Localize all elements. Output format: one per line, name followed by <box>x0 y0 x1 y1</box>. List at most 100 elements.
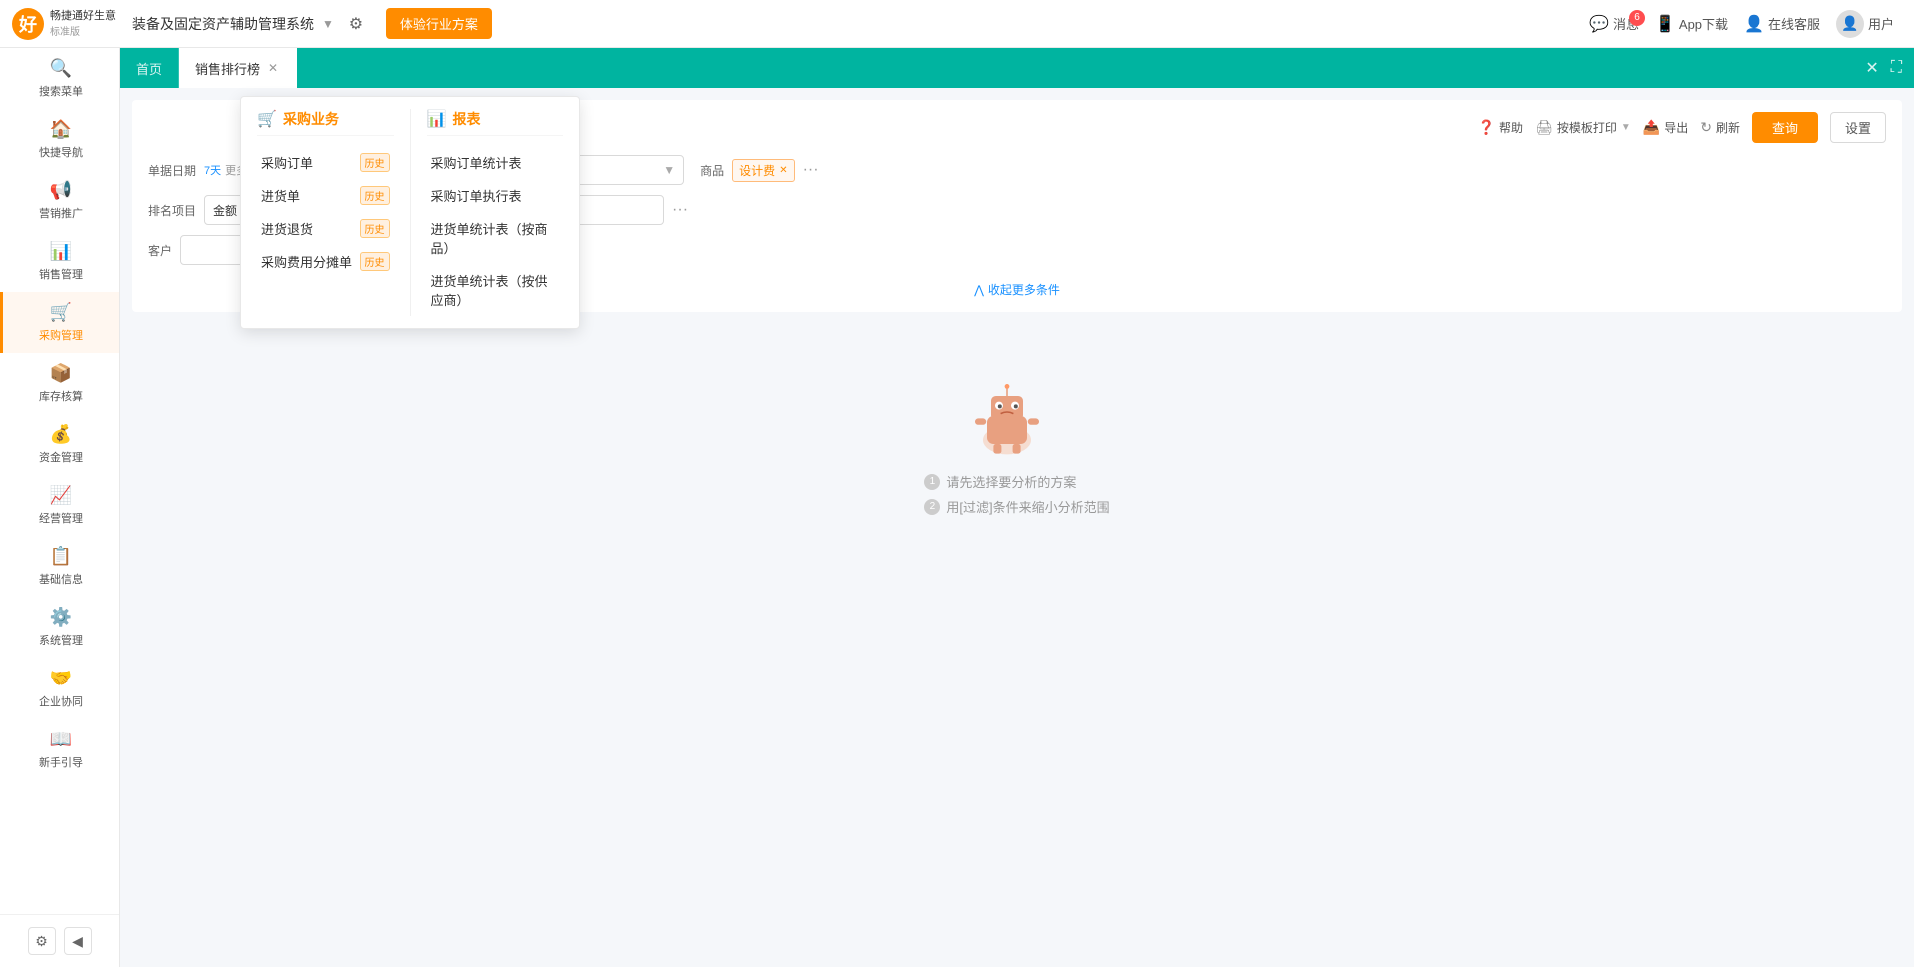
tab-sales-rank[interactable]: 销售排行榜 ✕ <box>179 48 297 88</box>
refresh-label: 刷新 <box>1716 119 1740 136</box>
rank-value: 金额 <box>213 202 237 219</box>
salesperson-more-btn[interactable]: ··· <box>672 201 688 219</box>
tab-home[interactable]: 首页 <box>120 48 179 88</box>
title-dropdown-icon[interactable]: ▼ <box>322 17 334 31</box>
sidebar-item-marketing[interactable]: 📢 营销推广 <box>0 170 119 231</box>
sidebar-item-system[interactable]: ⚙️ 系统管理 <box>0 597 119 658</box>
sidebar-item-newguide[interactable]: 📖 新手引导 <box>0 719 119 780</box>
collapse-label: 收起更多条件 <box>988 281 1060 298</box>
system-title[interactable]: 装备及固定资产辅助管理系统 <box>132 14 314 34</box>
settings-icon-btn[interactable]: ⚙ <box>342 10 370 38</box>
po-exec-label: 采购订单执行表 <box>431 186 522 205</box>
operations-icon: 📈 <box>50 485 72 506</box>
online-service-label: 在线客服 <box>1768 14 1820 33</box>
customer-label: 客户 <box>148 242 172 259</box>
receipt-by-supplier-label: 进货单统计表（按供应商） <box>431 271 560 309</box>
message-badge: 6 <box>1629 10 1645 26</box>
query-btn[interactable]: 查询 <box>1752 112 1818 143</box>
online-service-btn[interactable]: 👤 在线客服 <box>1744 14 1820 34</box>
refresh-btn[interactable]: ↻ 刷新 <box>1700 119 1740 136</box>
sidebar-item-basic[interactable]: 📋 基础信息 <box>0 536 119 597</box>
app-download-label: App下载 <box>1679 14 1728 33</box>
sidebar-label-finance: 资金管理 <box>39 449 83 465</box>
help-btn[interactable]: ❓ 帮助 <box>1478 119 1523 136</box>
refresh-icon: ↻ <box>1700 119 1712 136</box>
logo-main-text: 畅捷通好生意 <box>50 9 116 23</box>
phone-icon: 📱 <box>1655 14 1675 34</box>
dropdown-item-po-exec[interactable]: 采购订单执行表 <box>427 179 564 212</box>
sidebar-item-enterprise[interactable]: 🤝 企业协同 <box>0 658 119 719</box>
service-icon: 👤 <box>1744 14 1764 34</box>
system-title-area: 装备及固定资产辅助管理系统 ▼ ⚙ 体验行业方案 <box>132 8 1589 39</box>
sidebar-label-inventory: 库存核算 <box>39 388 83 404</box>
goods-receipt-label: 进货单 <box>261 186 300 205</box>
logo-text-block: 畅捷通好生意 标准版 <box>50 9 116 38</box>
newguide-icon: 📖 <box>50 729 72 750</box>
tab-sales-rank-label: 销售排行榜 <box>195 59 260 78</box>
message-icon: 💬 <box>1589 14 1609 34</box>
sidebar-collapse-btn[interactable]: ◀ <box>64 927 92 955</box>
sidebar-item-sales[interactable]: 📊 销售管理 <box>0 231 119 292</box>
shortcut-7days[interactable]: 7天 <box>204 162 221 178</box>
hint-1-text: 请先选择要分析的方案 <box>946 472 1076 491</box>
top-header: 好 畅捷通好生意 标准版 装备及固定资产辅助管理系统 ▼ ⚙ 体验行业方案 💬 … <box>0 0 1914 48</box>
product-label: 商品 <box>700 162 724 179</box>
sidebar-item-operations[interactable]: 📈 经营管理 <box>0 475 119 536</box>
product-tag-text: 设计费 <box>739 162 775 179</box>
industry-btn[interactable]: 体验行业方案 <box>386 8 492 39</box>
empty-hints: 1 请先选择要分析的方案 2 用[过滤]条件来缩小分析范围 <box>924 472 1109 516</box>
finance-icon: 💰 <box>50 424 72 445</box>
sidebar-settings-btn[interactable]: ⚙ <box>28 927 56 955</box>
tab-maximize-icon[interactable]: ⛶ <box>1887 57 1906 79</box>
dropdown-item-receipt-by-product[interactable]: 进货单统计表（按商品） <box>427 212 564 264</box>
logo-sub-text: 标准版 <box>50 23 116 38</box>
empty-hint-2: 2 用[过滤]条件来缩小分析范围 <box>924 497 1109 516</box>
product-more-btn[interactable]: ··· <box>803 161 819 179</box>
sidebar-item-inventory[interactable]: 📦 库存核算 <box>0 353 119 414</box>
purchase-expense-label: 采购费用分摊单 <box>261 252 352 271</box>
basic-icon: 📋 <box>50 546 72 567</box>
app-download-btn[interactable]: 📱 App下载 <box>1655 14 1728 34</box>
help-label: 帮助 <box>1499 119 1523 136</box>
message-btn[interactable]: 💬 消息 6 <box>1589 14 1639 34</box>
tab-close-all-icon[interactable]: ✕ <box>1861 56 1882 80</box>
dropdown-item-purchase-order[interactable]: 采购订单 历史 <box>257 146 394 179</box>
dropdown-item-receipt-by-supplier[interactable]: 进货单统计表（按供应商） <box>427 264 564 316</box>
sidebar: 🔍 搜索菜单 🏠 快捷导航 📢 营销推广 📊 销售管理 🛒 采购管理 📦 库存核… <box>0 48 120 967</box>
sales-icon: 📊 <box>50 241 72 262</box>
sidebar-label-marketing: 营销推广 <box>39 205 83 221</box>
sidebar-item-finance[interactable]: 💰 资金管理 <box>0 414 119 475</box>
export-btn[interactable]: 📤 导出 <box>1643 119 1688 136</box>
sidebar-label-system: 系统管理 <box>39 632 83 648</box>
print-btn[interactable]: 🖨 按模板打印 ▼ <box>1535 119 1631 136</box>
date-label: 单据日期 <box>148 162 196 179</box>
dropdown-item-goods-receipt[interactable]: 进货单 历史 <box>257 179 394 212</box>
sidebar-item-quicknav[interactable]: 🏠 快捷导航 <box>0 109 119 170</box>
dropdown-col-report: 📊 报表 采购订单统计表 采购订单执行表 进货单统计表（按商品） 进货单统计表（… <box>410 109 580 316</box>
print-dropdown-icon[interactable]: ▼ <box>1621 122 1631 133</box>
settings-btn[interactable]: 设置 <box>1830 112 1886 143</box>
home-icon: 🏠 <box>50 119 72 140</box>
purchase-col-title: 采购业务 <box>283 109 339 129</box>
user-btn[interactable]: 👤 用户 <box>1836 10 1894 38</box>
sidebar-item-search[interactable]: 🔍 搜索菜单 <box>0 48 119 109</box>
chevron-up-icon: ⋀ <box>974 283 984 297</box>
dropdown-item-po-stat[interactable]: 采购订单统计表 <box>427 146 564 179</box>
po-stat-label: 采购订单统计表 <box>431 153 522 172</box>
sidebar-item-purchase[interactable]: 🛒 采购管理 <box>0 292 119 353</box>
tab-bar: 首页 销售排行榜 ✕ ✕ ⛶ <box>120 48 1914 88</box>
purchase-icon: 🛒 <box>50 302 72 323</box>
rank-label: 排名项目 <box>148 202 196 219</box>
enterprise-icon: 🤝 <box>50 668 72 689</box>
marketing-icon: 📢 <box>50 180 72 201</box>
dropdown-item-purchase-expense[interactable]: 采购费用分摊单 历史 <box>257 245 394 278</box>
product-tag-close[interactable]: ✕ <box>779 165 787 176</box>
tab-close-icon[interactable]: ✕ <box>266 61 280 75</box>
sidebar-label-search: 搜索菜单 <box>39 83 83 99</box>
goods-return-label: 进货退货 <box>261 219 313 238</box>
product-tag: 设计费 ✕ <box>732 159 794 182</box>
logo-area: 好 畅捷通好生意 标准版 <box>12 8 132 40</box>
user-label: 用户 <box>1868 14 1894 33</box>
sidebar-label-purchase: 采购管理 <box>39 327 83 343</box>
dropdown-item-goods-return[interactable]: 进货退货 历史 <box>257 212 394 245</box>
